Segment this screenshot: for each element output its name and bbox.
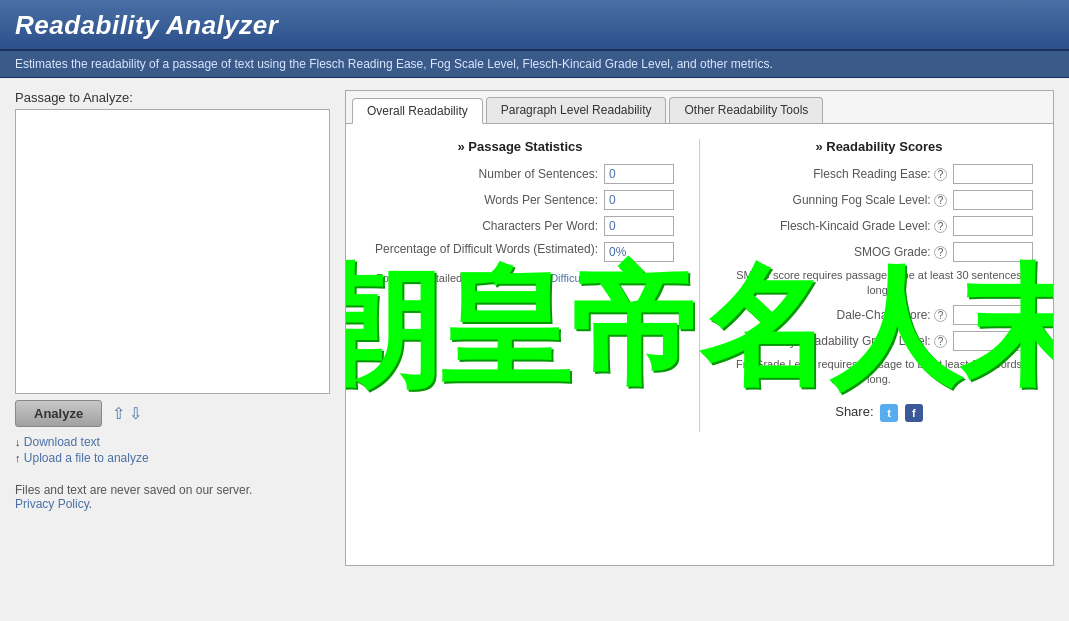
stat-row-sentences: Number of Sentences: <box>366 164 674 184</box>
app-subtitle: Estimates the readability of a passage o… <box>0 51 1069 78</box>
score-row-smog: SMOG Grade: ? <box>725 242 1033 262</box>
upload-arrow: ↑ <box>15 452 21 464</box>
stat-row-chars: Characters Per Word: <box>366 216 674 236</box>
tab-paragraph-readability[interactable]: Paragraph Level Readability <box>486 97 667 123</box>
tab-content: » Passage Statistics Number of Sentences… <box>346 124 1053 447</box>
score-input-fk <box>953 216 1033 236</box>
links-row: ↓ Download text ↑ Upload a file to analy… <box>15 435 330 465</box>
tab-other-tools[interactable]: Other Readability Tools <box>669 97 823 123</box>
smog-help-icon[interactable]: ? <box>934 246 947 259</box>
stat-label-chars: Characters Per Word: <box>366 219 598 233</box>
right-panel: Overall Readability Paragraph Level Read… <box>345 90 1054 566</box>
score-label-dale: Dale-Chall Score: ? <box>725 308 947 322</box>
scroll-up-icon[interactable]: ⇧ <box>112 404 125 423</box>
bottom-text: Files and text are never saved on our se… <box>15 483 330 511</box>
share-label: Share: <box>835 404 873 419</box>
score-label-smog: SMOG Grade: ? <box>725 245 947 259</box>
download-arrow: ↓ <box>15 436 21 448</box>
smog-note: SMOG score requires passage to be at lea… <box>725 268 1033 299</box>
analysis-text2: . <box>540 289 543 301</box>
stat-row-words: Words Per Sentence: <box>366 190 674 210</box>
score-row-flesch: Flesch Reading Ease: ? <box>725 164 1033 184</box>
score-row-fog: Gunning Fog Scale Level: ? <box>725 190 1033 210</box>
download-link-row: ↓ Download text <box>15 435 330 449</box>
upload-link[interactable]: Upload a file to analyze <box>24 451 149 465</box>
scroll-down-icon[interactable]: ⇩ <box>129 404 142 423</box>
stats-section: » Passage Statistics Number of Sentences… <box>366 139 674 432</box>
difficult-words-row: Percentage of Difficult Words (Estimated… <box>366 242 674 262</box>
stat-label-words: Words Per Sentence: <box>366 193 598 207</box>
scroll-arrows: ⇧ ⇩ <box>112 404 142 423</box>
scores-section: » Readability Scores Flesch Reading Ease… <box>725 139 1033 432</box>
scores-heading: » Readability Scores <box>725 139 1033 154</box>
left-panel: Passage to Analyze: Analyze ⇧ ⇩ ↓ Downlo… <box>15 90 330 566</box>
score-row-fry: Fry Readability Grade Level: ? <box>725 331 1033 351</box>
score-input-fry <box>953 331 1033 351</box>
score-input-flesch <box>953 164 1033 184</box>
score-label-fk: Flesch-Kincaid Grade Level: ? <box>725 219 947 233</box>
analyze-button[interactable]: Analyze <box>15 400 102 427</box>
share-row: Share: t f <box>725 394 1033 432</box>
stat-input-chars[interactable] <box>604 216 674 236</box>
score-label-fog: Gunning Fog Scale Level: ? <box>725 193 947 207</box>
score-label-fry: Fry Readability Grade Level: ? <box>725 334 947 348</box>
twitter-icon[interactable]: t <box>880 404 898 422</box>
fog-help-icon[interactable]: ? <box>934 194 947 207</box>
difficult-words-label: Percentage of Difficult Words (Estimated… <box>366 242 598 256</box>
passage-textarea[interactable] <box>15 109 330 394</box>
stat-input-sentences[interactable] <box>604 164 674 184</box>
score-label-flesch: Flesch Reading Ease: ? <box>725 167 947 181</box>
flesch-help-icon[interactable]: ? <box>934 168 947 181</box>
passage-label: Passage to Analyze: <box>15 90 330 105</box>
stats-heading: » Passage Statistics <box>366 139 674 154</box>
main-content: Passage to Analyze: Analyze ⇧ ⇩ ↓ Downlo… <box>0 78 1069 578</box>
no-save-notice: Files and text are never saved on our se… <box>15 483 330 497</box>
stat-label-sentences: Number of Sentences: <box>366 167 598 181</box>
privacy-link[interactable]: Privacy Policy <box>15 497 89 511</box>
app-title: Readability Analyzer <box>15 10 1054 41</box>
app-header: Readability Analyzer <box>0 0 1069 51</box>
facebook-icon[interactable]: f <box>905 404 923 422</box>
difficult-analysis: For more detailed analysis, see the Diff… <box>366 270 674 303</box>
tabs-bar: Overall Readability Paragraph Level Read… <box>346 91 1053 124</box>
download-link[interactable]: Download text <box>24 435 100 449</box>
dale-help-icon[interactable]: ? <box>934 309 947 322</box>
analysis-text: For more detailed analysis, see the <box>376 272 547 284</box>
score-row-fk: Flesch-Kincaid Grade Level: ? <box>725 216 1033 236</box>
score-input-fog <box>953 190 1033 210</box>
tab-overall-readability[interactable]: Overall Readability <box>352 98 483 124</box>
upload-link-row: ↑ Upload a file to analyze <box>15 451 330 465</box>
fry-note: Fry Grade Level requires passage to be a… <box>725 357 1033 388</box>
section-divider <box>699 139 700 432</box>
score-row-dale: Dale-Chall Score: ? <box>725 305 1033 325</box>
score-input-smog <box>953 242 1033 262</box>
difficult-words-input[interactable] <box>604 242 674 262</box>
fk-help-icon[interactable]: ? <box>934 220 947 233</box>
stat-input-words[interactable] <box>604 190 674 210</box>
analyze-row: Analyze ⇧ ⇩ <box>15 400 330 427</box>
fry-help-icon[interactable]: ? <box>934 335 947 348</box>
period: . <box>89 497 92 511</box>
score-input-dale <box>953 305 1033 325</box>
